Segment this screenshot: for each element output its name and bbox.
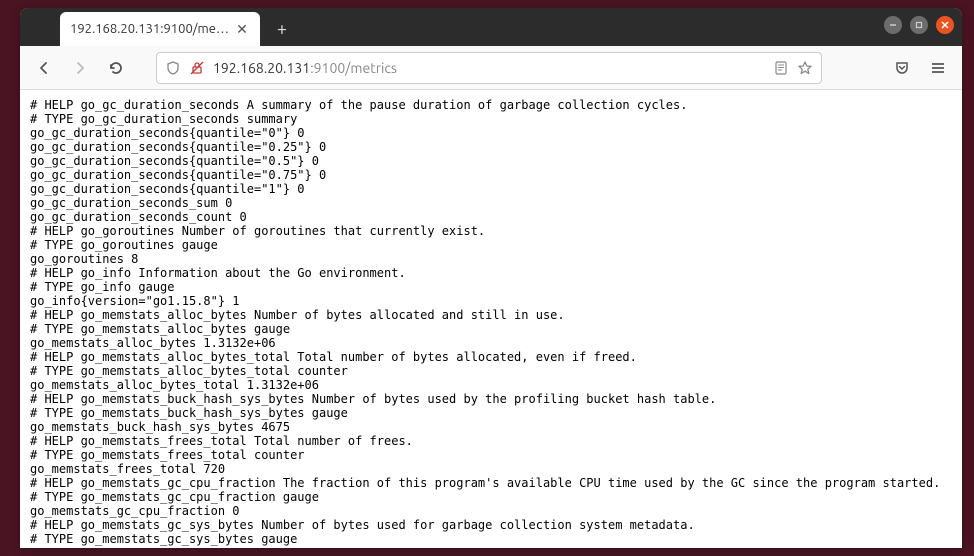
forward-button[interactable] (64, 52, 96, 84)
reader-mode-icon[interactable] (773, 60, 789, 76)
tab-title: 192.168.20.131:9100/metric (70, 22, 234, 36)
browser-tab[interactable]: 192.168.20.131:9100/metric ✕ (60, 12, 260, 46)
toolbar: 192.168.20.131:9100/metrics (20, 46, 962, 90)
pocket-icon (894, 60, 910, 76)
minimize-icon (889, 21, 897, 29)
toolbar-right (886, 52, 954, 84)
close-window-button[interactable] (936, 16, 954, 34)
browser-window: 192.168.20.131:9100/metric ✕ + (20, 8, 962, 548)
page-content[interactable]: # HELP go_gc_duration_seconds A summary … (20, 90, 962, 548)
reload-icon (108, 60, 124, 76)
new-tab-button[interactable]: + (268, 15, 296, 43)
back-button[interactable] (28, 52, 60, 84)
pocket-button[interactable] (886, 52, 918, 84)
bookmark-star-icon[interactable] (797, 60, 813, 76)
lock-warning-icon[interactable] (189, 60, 205, 76)
minimize-button[interactable] (884, 16, 902, 34)
tab-bar: 192.168.20.131:9100/metric ✕ + (20, 8, 962, 46)
window-controls (884, 16, 954, 34)
maximize-icon (915, 21, 923, 29)
close-icon (941, 21, 949, 29)
menu-button[interactable] (922, 52, 954, 84)
shield-icon[interactable] (165, 60, 181, 76)
url-bar[interactable]: 192.168.20.131:9100/metrics (156, 52, 822, 84)
url-path: /metrics (345, 60, 397, 76)
close-tab-icon[interactable]: ✕ (234, 21, 250, 37)
maximize-button[interactable] (910, 16, 928, 34)
url-host: 192.168.20.131 (213, 60, 310, 76)
arrow-right-icon (72, 60, 88, 76)
arrow-left-icon (36, 60, 52, 76)
url-input[interactable]: 192.168.20.131:9100/metrics (213, 60, 765, 76)
reload-button[interactable] (100, 52, 132, 84)
url-port: :9100 (310, 60, 345, 76)
hamburger-icon (930, 60, 946, 76)
